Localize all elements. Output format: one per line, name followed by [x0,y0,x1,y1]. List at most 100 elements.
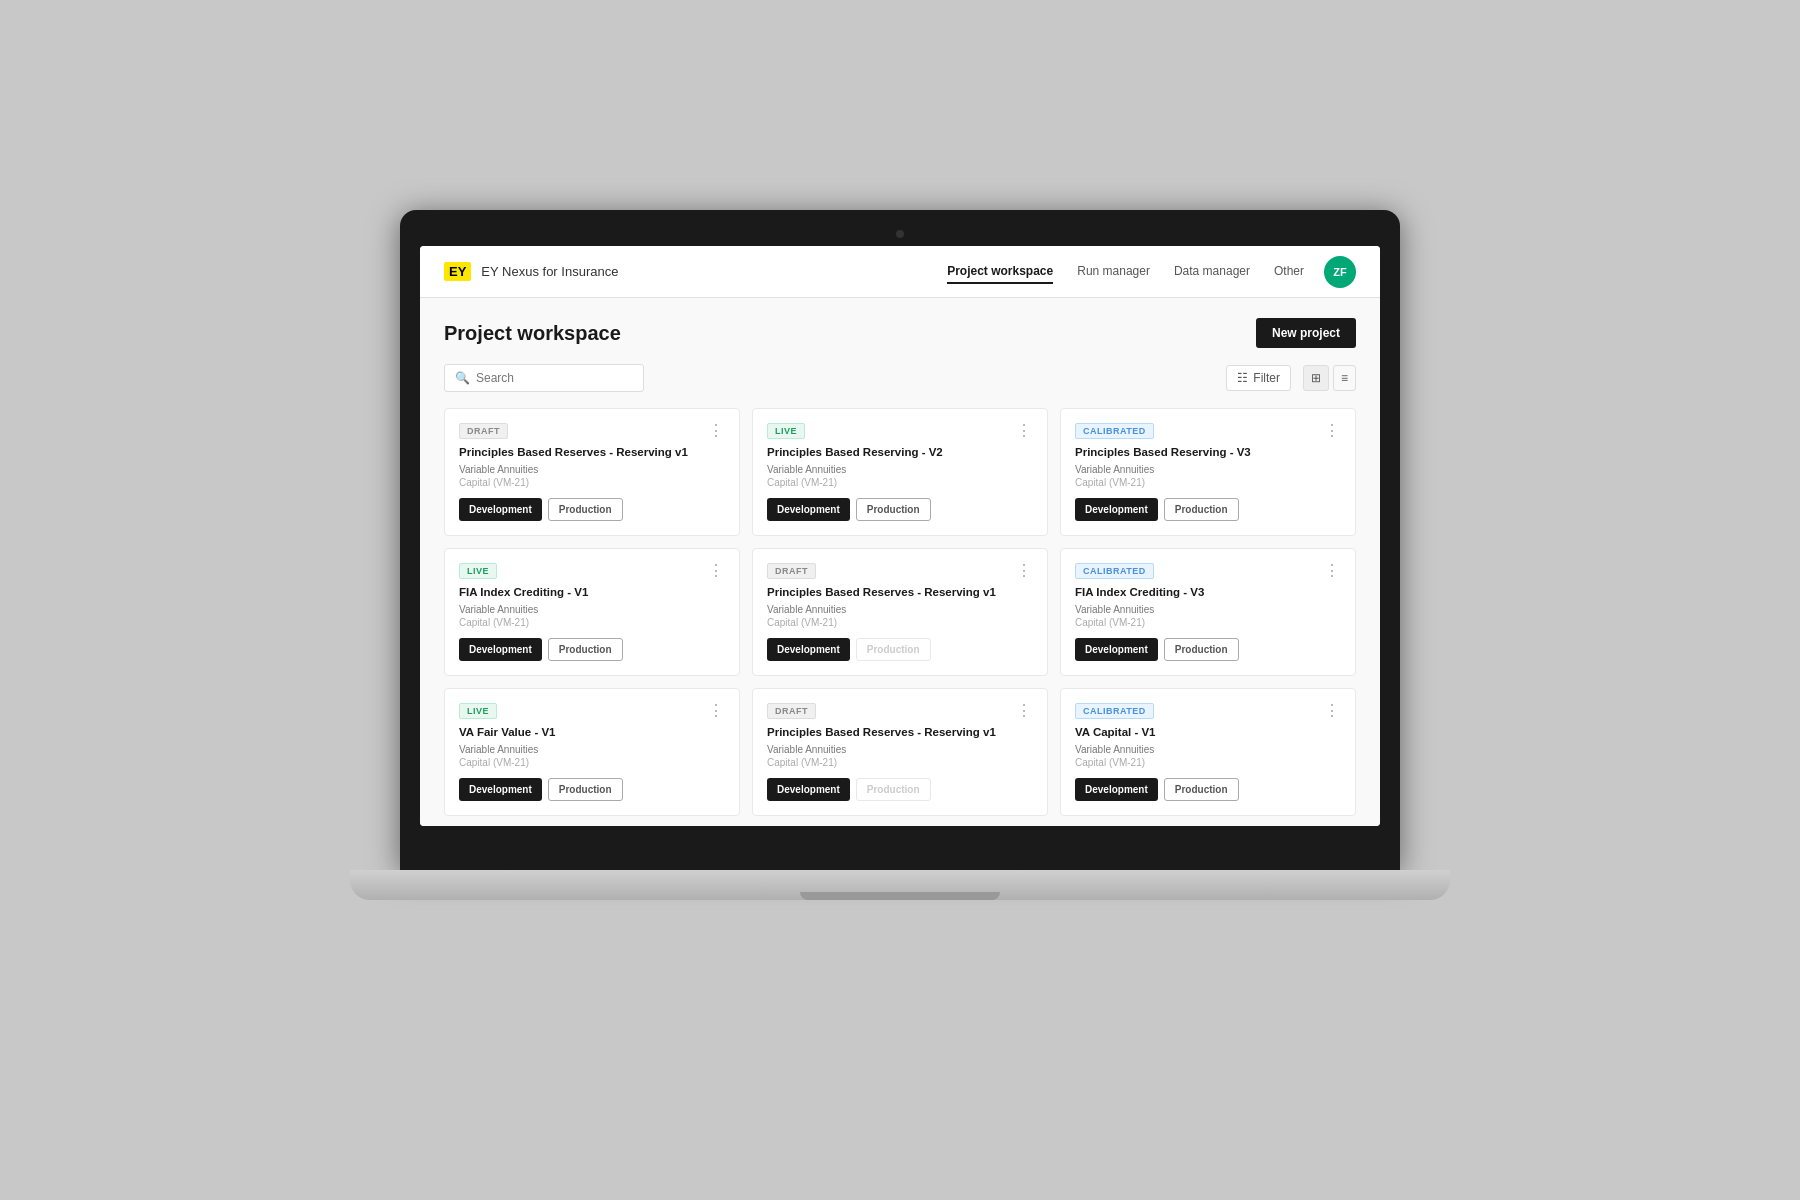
development-button[interactable]: Development [1075,778,1158,801]
card-actions: Development Production [767,778,1033,801]
card-meta: Capital (VM-21) [767,617,1033,628]
production-button[interactable]: Production [1164,778,1239,801]
card-title: Principles Based Reserving - V3 [1075,445,1341,460]
status-badge: LIVE [459,563,497,579]
card-header: LIVE ⋮ [767,423,1033,439]
page-title: Project workspace [444,322,621,345]
card-menu-button[interactable]: ⋮ [1324,563,1341,579]
search-icon: 🔍 [455,371,470,385]
card-subtitle: Variable Annuities [1075,604,1341,615]
filter-icon: ☷ [1237,371,1248,385]
toolbar-right: ☷ Filter ⊞ ≡ [1226,365,1356,391]
project-card: LIVE ⋮ VA Fair Value - V1 Variable Annui… [444,688,740,816]
card-title: VA Fair Value - V1 [459,725,725,740]
card-title: FIA Index Crediting - V1 [459,585,725,600]
development-button[interactable]: Development [459,778,542,801]
card-menu-button[interactable]: ⋮ [1016,703,1033,719]
development-button[interactable]: Development [767,778,850,801]
card-actions: Development Production [459,778,725,801]
list-view-button[interactable]: ≡ [1333,365,1356,391]
card-menu-button[interactable]: ⋮ [1016,423,1033,439]
production-button[interactable]: Production [1164,638,1239,661]
card-subtitle: Variable Annuities [1075,744,1341,755]
card-title: Principles Based Reserves - Reserving v1 [459,445,725,460]
card-menu-button[interactable]: ⋮ [708,563,725,579]
card-subtitle: Variable Annuities [459,464,725,475]
filter-label: Filter [1253,371,1280,385]
view-toggle: ⊞ ≡ [1303,365,1356,391]
card-meta: Capital (VM-21) [1075,757,1341,768]
project-card: LIVE ⋮ FIA Index Crediting - V1 Variable… [444,548,740,676]
app-content: Project workspace New project 🔍 ☷ Filter [420,298,1380,826]
project-card: DRAFT ⋮ Principles Based Reserves - Rese… [752,688,1048,816]
laptop-bezel: EY EY Nexus for Insurance Project worksp… [400,210,1400,870]
card-actions: Development Production [1075,638,1341,661]
card-meta: Capital (VM-21) [767,757,1033,768]
search-box[interactable]: 🔍 [444,364,644,392]
card-subtitle: Variable Annuities [459,604,725,615]
page-header: Project workspace New project [444,318,1356,348]
project-card: DRAFT ⋮ Principles Based Reserves - Rese… [752,548,1048,676]
production-button[interactable]: Production [1164,498,1239,521]
development-button[interactable]: Development [767,498,850,521]
production-button[interactable]: Production [856,638,931,661]
nav-run-manager[interactable]: Run manager [1077,260,1150,284]
project-card: CALIBRATED ⋮ Principles Based Reserving … [1060,408,1356,536]
card-actions: Development Production [1075,778,1341,801]
card-meta: Capital (VM-21) [459,477,725,488]
production-button[interactable]: Production [856,778,931,801]
laptop-wrapper: EY EY Nexus for Insurance Project worksp… [350,210,1450,990]
project-card: DRAFT ⋮ Principles Based Reserves - Rese… [444,408,740,536]
projects-grid: DRAFT ⋮ Principles Based Reserves - Rese… [444,408,1356,826]
user-avatar[interactable]: ZF [1324,256,1356,288]
card-meta: Capital (VM-21) [1075,477,1341,488]
development-button[interactable]: Development [767,638,850,661]
card-header: DRAFT ⋮ [767,703,1033,719]
new-project-button[interactable]: New project [1256,318,1356,348]
card-actions: Development Production [459,498,725,521]
development-button[interactable]: Development [1075,498,1158,521]
status-badge: DRAFT [767,563,816,579]
development-button[interactable]: Development [459,638,542,661]
laptop-screen: EY EY Nexus for Insurance Project worksp… [420,246,1380,826]
filter-button[interactable]: ☷ Filter [1226,365,1291,391]
production-button[interactable]: Production [548,778,623,801]
status-badge: CALIBRATED [1075,423,1154,439]
production-button[interactable]: Production [548,498,623,521]
toolbar: 🔍 ☷ Filter ⊞ ≡ [444,364,1356,392]
ey-logo: EY [444,262,471,281]
card-subtitle: Variable Annuities [767,744,1033,755]
status-badge: DRAFT [459,423,508,439]
production-button[interactable]: Production [856,498,931,521]
card-header: CALIBRATED ⋮ [1075,703,1341,719]
search-input[interactable] [476,371,633,385]
project-card: CALIBRATED ⋮ VA Capital - V1 Variable An… [1060,688,1356,816]
card-header: CALIBRATED ⋮ [1075,563,1341,579]
card-menu-button[interactable]: ⋮ [1324,423,1341,439]
grid-view-button[interactable]: ⊞ [1303,365,1329,391]
card-menu-button[interactable]: ⋮ [708,423,725,439]
nav-other[interactable]: Other [1274,260,1304,284]
development-button[interactable]: Development [1075,638,1158,661]
card-actions: Development Production [1075,498,1341,521]
status-badge: CALIBRATED [1075,563,1154,579]
card-menu-button[interactable]: ⋮ [708,703,725,719]
card-header: DRAFT ⋮ [459,423,725,439]
card-header: CALIBRATED ⋮ [1075,423,1341,439]
card-title: FIA Index Crediting - V3 [1075,585,1341,600]
card-actions: Development Production [767,498,1033,521]
card-menu-button[interactable]: ⋮ [1324,703,1341,719]
card-title: Principles Based Reserves - Reserving v1 [767,725,1033,740]
card-meta: Capital (VM-21) [459,757,725,768]
card-menu-button[interactable]: ⋮ [1016,563,1033,579]
nav-data-manager[interactable]: Data manager [1174,260,1250,284]
nav-project-workspace[interactable]: Project workspace [947,260,1053,284]
project-card: LIVE ⋮ Principles Based Reserving - V2 V… [752,408,1048,536]
card-subtitle: Variable Annuities [1075,464,1341,475]
card-subtitle: Variable Annuities [767,464,1033,475]
status-badge: CALIBRATED [1075,703,1154,719]
card-actions: Development Production [459,638,725,661]
development-button[interactable]: Development [459,498,542,521]
production-button[interactable]: Production [548,638,623,661]
card-subtitle: Variable Annuities [767,604,1033,615]
